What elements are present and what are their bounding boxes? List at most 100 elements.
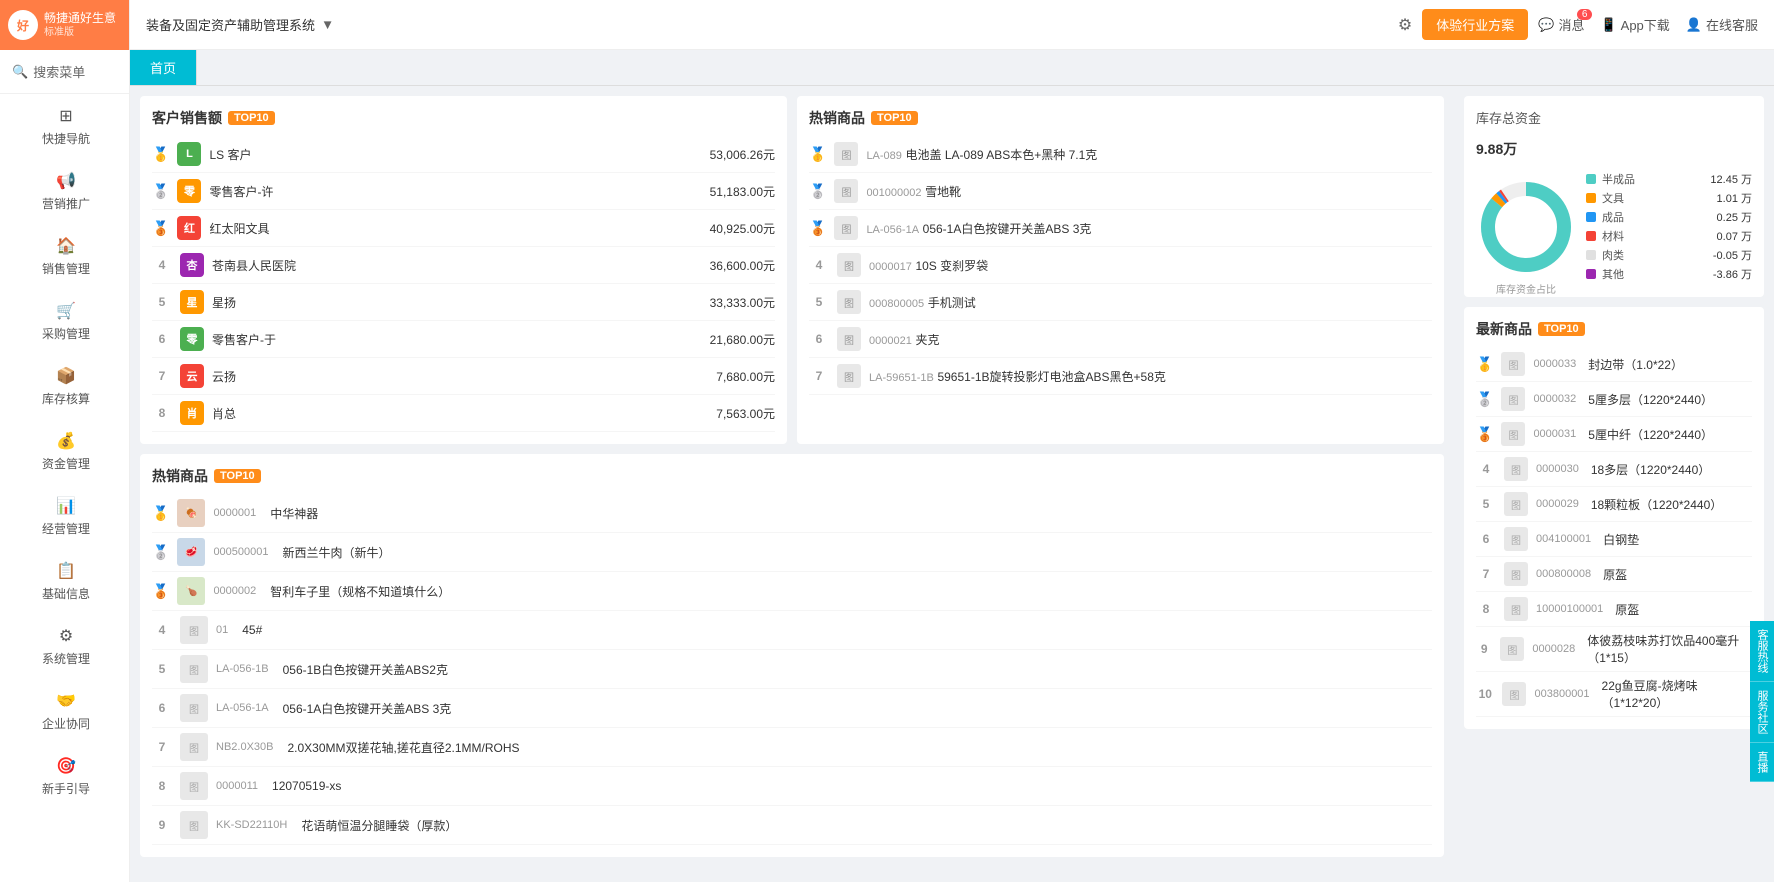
list-item: 5 图 LA-056-1B 056-1B白色按键开关盖ABS2克 — [152, 650, 1432, 689]
sidebar-navigation: ⊞ 快捷导航 📢 营销推广 🏠 销售管理 🛒 采购管理 📦 库存核算 💰 资金管… — [0, 94, 129, 882]
list-item: 7 图 NB2.0X30B 2.0X30MM双搓花轴,搓花直径2.1MM/ROH… — [152, 728, 1432, 767]
product-thumbnail: 图 — [837, 364, 861, 388]
customer-name: 零售客户-于 — [212, 331, 702, 348]
sidebar-item-operations[interactable]: 📊 经营管理 — [0, 484, 129, 549]
rank-number: 5 — [1476, 497, 1496, 511]
medal-icon: 🥉 — [152, 220, 169, 237]
nav-icon: 💰 — [56, 431, 76, 451]
search-menu-button[interactable]: 🔍 搜索菜单 — [8, 58, 121, 85]
trial-button[interactable]: 体验行业方案 — [1422, 9, 1528, 40]
product-thumbnail: 图 — [834, 142, 858, 166]
inventory-card: 库存总资金 9.88万 — [1464, 96, 1764, 297]
message-button[interactable]: 💬 消息 6 — [1538, 15, 1584, 34]
sidebar-item-finance[interactable]: 💰 资金管理 — [0, 419, 129, 484]
medal-icon: 🥇 — [152, 146, 169, 163]
product-thumbnail: 图 — [180, 811, 208, 839]
legend-color — [1586, 193, 1596, 203]
header-settings-button[interactable]: ⚙ — [1398, 15, 1412, 35]
nav-icon: 📢 — [56, 171, 76, 191]
customer-name: 零售客户-许 — [209, 183, 701, 200]
medal-icon: 🥉 — [152, 583, 169, 600]
content-main: 客户销售额 TOP10 🥇 L LS 客户 53,006.26元 🥈 零 — [130, 86, 1454, 882]
sidebar-item-basics[interactable]: 📋 基础信息 — [0, 549, 129, 614]
list-item: 8 图 10000100001 原盔 — [1476, 592, 1752, 627]
list-item: 7 云 云扬 7,680.00元 — [152, 358, 775, 395]
rank-number: 7 — [152, 740, 172, 754]
message-icon: 💬 — [1538, 17, 1554, 33]
sidebar-item-beginner[interactable]: 🎯 新手引导 — [0, 744, 129, 809]
customer-name: 云扬 — [212, 368, 708, 385]
tab-home[interactable]: 首页 — [130, 50, 197, 85]
rank-number: 4 — [1476, 462, 1496, 476]
rank-number: 5 — [152, 662, 172, 676]
customer-value: 40,925.00元 — [710, 220, 775, 237]
medal-icon: 🥈 — [1476, 391, 1493, 408]
sidebar-search[interactable]: 🔍 搜索菜单 — [0, 50, 129, 94]
legend-item: 文具 1.01 万 — [1586, 190, 1752, 206]
product-thumbnail: 图 — [1501, 352, 1525, 376]
nav-icon: 🎯 — [56, 756, 76, 776]
rank-number: 8 — [1476, 602, 1496, 616]
rank-number: 9 — [1476, 642, 1492, 656]
avatar: 星 — [180, 290, 204, 314]
customer-name: 红太阳文具 — [209, 220, 701, 237]
customer-name: 肖总 — [212, 405, 708, 422]
legend-item: 材料 0.07 万 — [1586, 228, 1752, 244]
legend-color — [1586, 212, 1596, 222]
sidebar-item-marketing[interactable]: 📢 营销推广 — [0, 159, 129, 224]
header-dropdown-button[interactable]: ▼ — [321, 17, 334, 32]
rank-number: 5 — [809, 295, 829, 309]
content-area: 客户销售额 TOP10 🥇 L LS 客户 53,006.26元 🥈 零 — [130, 86, 1774, 882]
product-info: 0000021 夹克 — [869, 331, 1432, 348]
legend-item: 成品 0.25 万 — [1586, 209, 1752, 225]
list-item: 9 图 KK-SD22110H 花语萌恒温分腿睡袋（厚款） — [152, 806, 1432, 845]
right-panel: 库存总资金 9.88万 — [1454, 86, 1774, 882]
hot-products-list: 🥇 🍖 0000001 中华神器 🥈 🥩 000500001 新西兰牛肉（新牛）… — [152, 494, 1432, 845]
rank-number: 8 — [152, 406, 172, 420]
product-thumbnail: 图 — [837, 253, 861, 277]
header-system-title: 装备及固定资产辅助管理系统 ▼ — [146, 15, 1388, 34]
avatar: L — [177, 142, 201, 166]
hot-products-title: 热销商品 TOP10 — [152, 466, 1432, 486]
rank-number: 9 — [152, 818, 172, 832]
customer-value: 33,333.00元 — [710, 294, 775, 311]
list-item: 7 图 000800008 原盔 — [1476, 557, 1752, 592]
float-live-broadcast[interactable]: 直播 — [1750, 743, 1774, 782]
legend-item: 肉类 -0.05 万 — [1586, 247, 1752, 263]
sidebar-item-quick-nav[interactable]: ⊞ 快捷导航 — [0, 94, 129, 159]
list-item: 8 图 0000011 12070519-xs — [152, 767, 1432, 806]
product-ranking-card: 热销商品 TOP10 🥇 图 LA-089 电池盖 LA-089 ABS本色+黑… — [797, 96, 1444, 444]
product-thumbnail: 图 — [1504, 492, 1528, 516]
sidebar-item-enterprise[interactable]: 🤝 企业协同 — [0, 679, 129, 744]
list-item: 🥈 零 零售客户-许 51,183.00元 — [152, 173, 775, 210]
avatar: 云 — [180, 364, 204, 388]
rank-number: 4 — [152, 623, 172, 637]
avatar: 肖 — [180, 401, 204, 425]
list-item: 5 图 0000029 18颗粒板（1220*2440） — [1476, 487, 1752, 522]
product-thumbnail: 图 — [1501, 387, 1525, 411]
medal-icon: 🥈 — [809, 183, 826, 200]
nav-icon: ⚙ — [59, 626, 73, 646]
online-service-button[interactable]: 👤 在线客服 — [1686, 15, 1758, 34]
list-item: 9 图 0000028 体彼荔枝味苏打饮品400毫升（1*15） — [1476, 627, 1752, 672]
sidebar-item-purchase[interactable]: 🛒 采购管理 — [0, 289, 129, 354]
customer-value: 7,563.00元 — [716, 405, 775, 422]
customer-ranking-card: 客户销售额 TOP10 🥇 L LS 客户 53,006.26元 🥈 零 — [140, 96, 787, 444]
float-customer-service[interactable]: 客服热线 — [1750, 621, 1774, 682]
medal-icon: 🥉 — [1476, 426, 1493, 443]
list-item: 5 星 星扬 33,333.00元 — [152, 284, 775, 321]
app-download-button[interactable]: 📱 App下载 — [1600, 15, 1669, 34]
chart-subtitle: 库存资金占比 — [1496, 281, 1556, 296]
product-thumbnail: 图 — [180, 733, 208, 761]
float-service-community[interactable]: 服务社区 — [1750, 682, 1774, 743]
sidebar-item-system[interactable]: ⚙ 系统管理 — [0, 614, 129, 679]
app-logo: 好 畅捷通好生意 标准版 — [0, 0, 129, 50]
nav-icon: 🏠 — [56, 236, 76, 256]
app-icon: 📱 — [1600, 17, 1616, 33]
customer-value: 53,006.26元 — [710, 146, 775, 163]
sidebar-item-inventory[interactable]: 📦 库存核算 — [0, 354, 129, 419]
list-item: 4 图 0000017 10S 变刹罗袋 — [809, 247, 1432, 284]
product-info: LA-59651-1B 59651-1B旋转投影灯电池盒ABS黑色+58克 — [869, 368, 1432, 385]
sidebar-item-sales[interactable]: 🏠 销售管理 — [0, 224, 129, 289]
medal-icon: 🥇 — [809, 146, 826, 163]
